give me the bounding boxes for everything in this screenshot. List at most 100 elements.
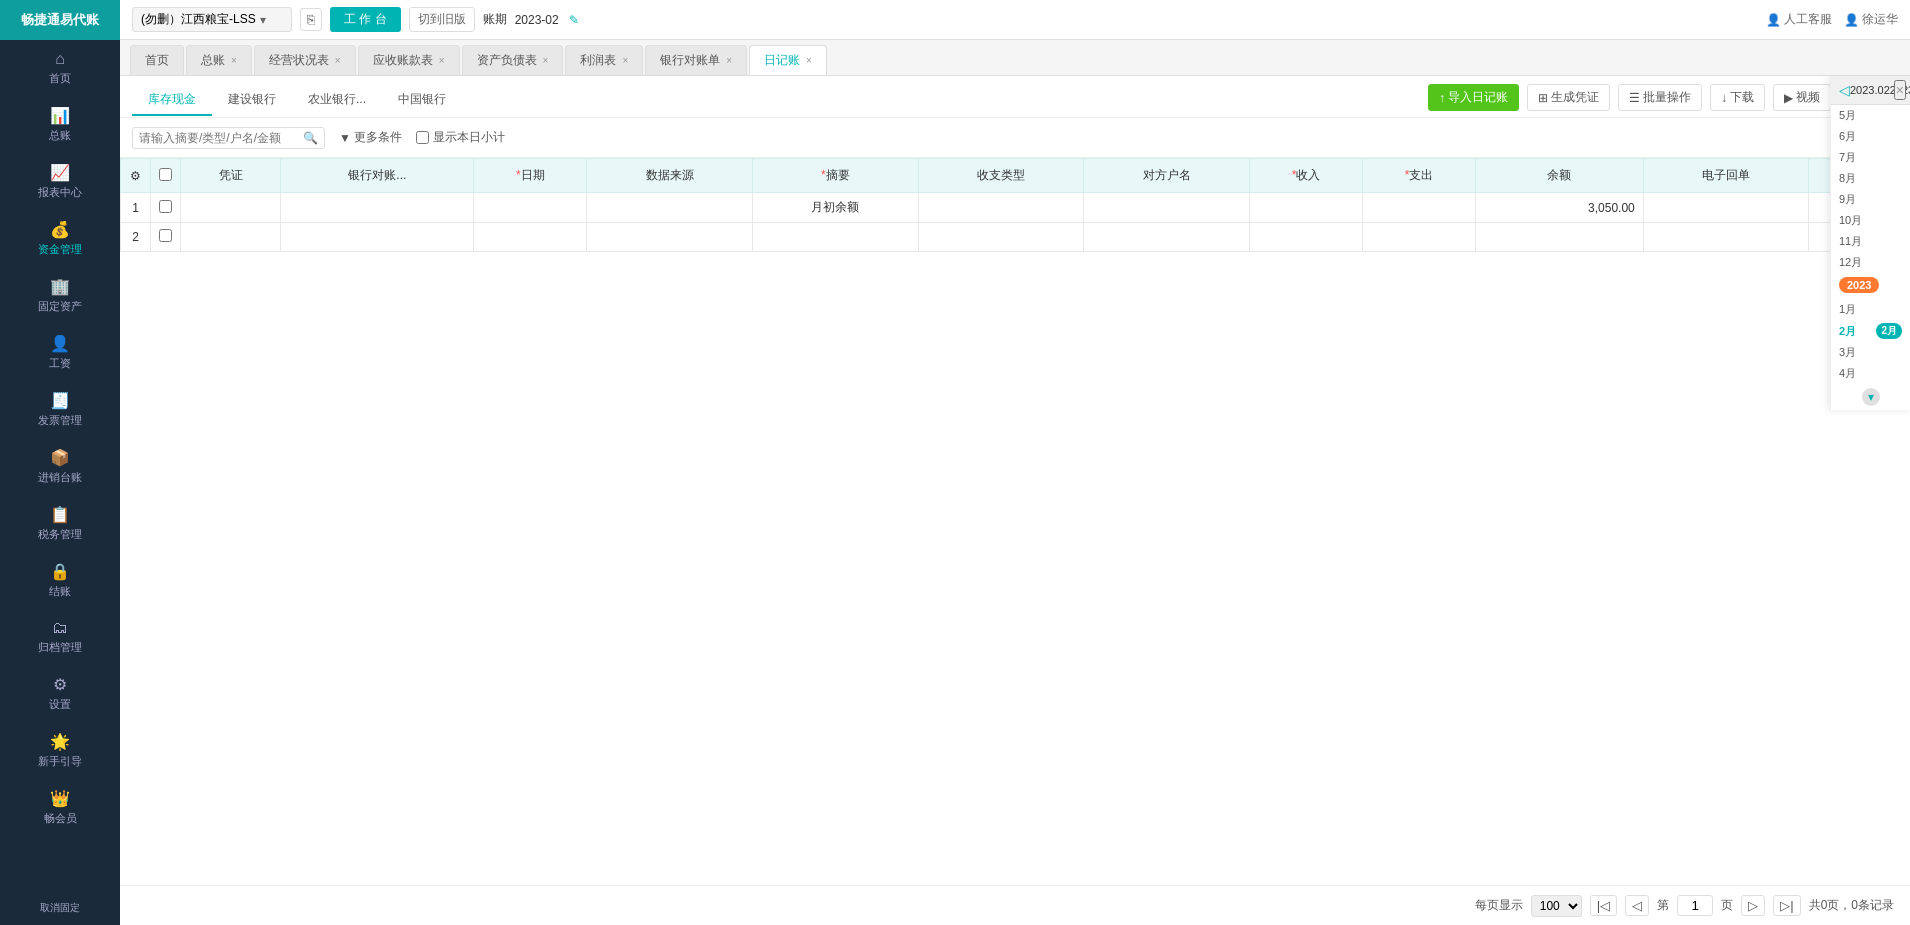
date-month-12[interactable]: 12月 [1831,252,1910,273]
sidebar-label-settings: 设置 [49,697,71,712]
tab-profit[interactable]: 利润表 × [565,45,643,75]
sidebar-label-finance: 资金管理 [38,242,82,257]
period-edit-icon[interactable]: ✎ [569,13,579,27]
tab-receivables-close[interactable]: × [439,55,445,66]
table-body: 1 月初余额 3,050.00 [121,193,1910,252]
sidebar-item-tax[interactable]: 📋 税务管理 [0,495,120,552]
sidebar-label-ledger: 总账 [49,128,71,143]
row1-checkbox[interactable] [151,193,181,223]
import-journal-button[interactable]: ↑ 导入日记账 [1428,84,1519,111]
search-input[interactable] [139,131,299,145]
tab-receivables[interactable]: 应收账款表 × [358,45,460,75]
tab-journal-close[interactable]: × [806,55,812,66]
row1-electronic [1643,193,1809,223]
date-prev-arrow[interactable]: ◁ [1839,82,1850,98]
show-daily-checkbox[interactable] [416,131,429,144]
col-settings[interactable]: ⚙ [121,159,151,193]
next-page-button[interactable]: ▷ [1741,895,1765,916]
sidebar-item-closing[interactable]: 🔒 结账 [0,552,120,609]
tab-journal-label: 日记账 [764,52,800,69]
row2-income [1249,223,1362,252]
tab-bank-close[interactable]: × [726,55,732,66]
sub-tab-abc[interactable]: 农业银行... [292,85,382,116]
date-month-10[interactable]: 10月 [1831,210,1910,231]
sidebar-collapse[interactable]: 取消固定 [0,891,120,925]
row1-seq: 1 [121,193,151,223]
sidebar-item-guide[interactable]: 🌟 新手引导 [0,722,120,779]
date-header-left: 2023.02 [1850,84,1890,96]
tab-profit-close[interactable]: × [622,55,628,66]
sidebar-item-reports[interactable]: 📈 报表中心 [0,153,120,210]
sidebar-item-assets[interactable]: 🏢 固定资产 [0,267,120,324]
date-month-11[interactable]: 11月 [1831,231,1910,252]
batch-operation-button[interactable]: ☰ 批量操作 [1618,84,1702,111]
sidebar-item-archive[interactable]: 🗂 归档管理 [0,609,120,665]
company-selector[interactable]: (勿删）江西粮宝-LSS ▾ [132,7,292,32]
video-button[interactable]: ▶ 视频 [1773,84,1831,111]
sidebar-item-finance[interactable]: 💰 资金管理 [0,210,120,267]
row2-balance [1476,223,1644,252]
date-2023-month-1[interactable]: 1月 [1831,299,1910,320]
old-version-button[interactable]: 切到旧版 [409,7,475,32]
date-2023-month-4[interactable]: 4月 [1831,363,1910,384]
filter-icon: ▼ [339,131,351,145]
prev-page-button[interactable]: ◁ [1625,895,1649,916]
company-name: (勿删）江西粮宝-LSS [141,11,256,28]
batch-label: 批量操作 [1643,89,1691,106]
sidebar-item-salary[interactable]: 👤 工资 [0,324,120,381]
workspace-button[interactable]: 工 作 台 [330,7,401,32]
tab-home[interactable]: 首页 [130,45,184,75]
row2-checkbox[interactable] [151,223,181,252]
video-icon: ▶ [1784,91,1793,105]
sidebar-item-member[interactable]: 👑 畅会员 [0,779,120,836]
sidebar-item-invoice[interactable]: 🧾 发票管理 [0,381,120,438]
tab-home-label: 首页 [145,52,169,69]
tab-assets-close[interactable]: × [543,55,549,66]
date-month-6[interactable]: 6月 [1831,126,1910,147]
copy-button[interactable]: ⎘ [300,8,322,31]
sub-tab-ccb[interactable]: 建设银行 [212,85,292,116]
per-page-label: 每页显示 [1475,897,1523,914]
tab-assets[interactable]: 资产负债表 × [462,45,564,75]
sidebar-item-ledger[interactable]: 📊 总账 [0,96,120,153]
tab-journal[interactable]: 日记账 × [749,45,827,75]
date-2023-month-2[interactable]: 2月 2月 [1831,320,1910,342]
first-page-button[interactable]: |◁ [1590,895,1617,916]
tab-management[interactable]: 经营状况表 × [254,45,356,75]
search-icon[interactable]: 🔍 [303,131,318,145]
tab-ledger[interactable]: 总账 × [186,45,252,75]
download-button[interactable]: ↓ 下载 [1710,84,1765,111]
guide-icon: 🌟 [50,732,70,751]
sub-tab-cash[interactable]: 库存现金 [132,85,212,116]
tab-bank[interactable]: 银行对账单 × [645,45,747,75]
date-month-8[interactable]: 8月 [1831,168,1910,189]
month-2023-1-label: 1月 [1839,302,1856,317]
date-picker-close-button[interactable]: × [1894,80,1906,100]
date-scroll-down[interactable]: ▾ [1862,388,1880,406]
date-month-5[interactable]: 5月 [1831,105,1910,126]
page-input[interactable] [1677,895,1713,916]
tab-ledger-close[interactable]: × [231,55,237,66]
sidebar-label-closing: 结账 [49,584,71,599]
select-all-checkbox[interactable] [159,168,172,181]
user-profile[interactable]: 👤 徐运华 [1844,11,1898,28]
filter-label: 更多条件 [354,129,402,146]
row1-income [1249,193,1362,223]
sidebar-item-settings[interactable]: ⚙ 设置 [0,665,120,722]
generate-voucher-button[interactable]: ⊞ 生成凭证 [1527,84,1610,111]
show-daily-label[interactable]: 显示本日小计 [416,129,505,146]
date-month-9[interactable]: 9月 [1831,189,1910,210]
tab-management-close[interactable]: × [335,55,341,66]
assets-icon: 🏢 [50,277,70,296]
service-label: 人工客服 [1784,11,1832,28]
filter-button[interactable]: ▼ 更多条件 [333,126,408,149]
date-2023-month-3[interactable]: 3月 [1831,342,1910,363]
sidebar-item-home[interactable]: ⌂ 首页 [0,40,120,96]
user-service[interactable]: 👤 人工客服 [1766,11,1832,28]
sidebar-label-invoice: 发票管理 [38,413,82,428]
last-page-button[interactable]: ▷| [1773,895,1800,916]
date-month-7[interactable]: 7月 [1831,147,1910,168]
per-page-select[interactable]: 100 50 200 [1531,895,1582,917]
sub-tab-boc[interactable]: 中国银行 [382,85,462,116]
sidebar-item-purchase-sale[interactable]: 📦 进销台账 [0,438,120,495]
